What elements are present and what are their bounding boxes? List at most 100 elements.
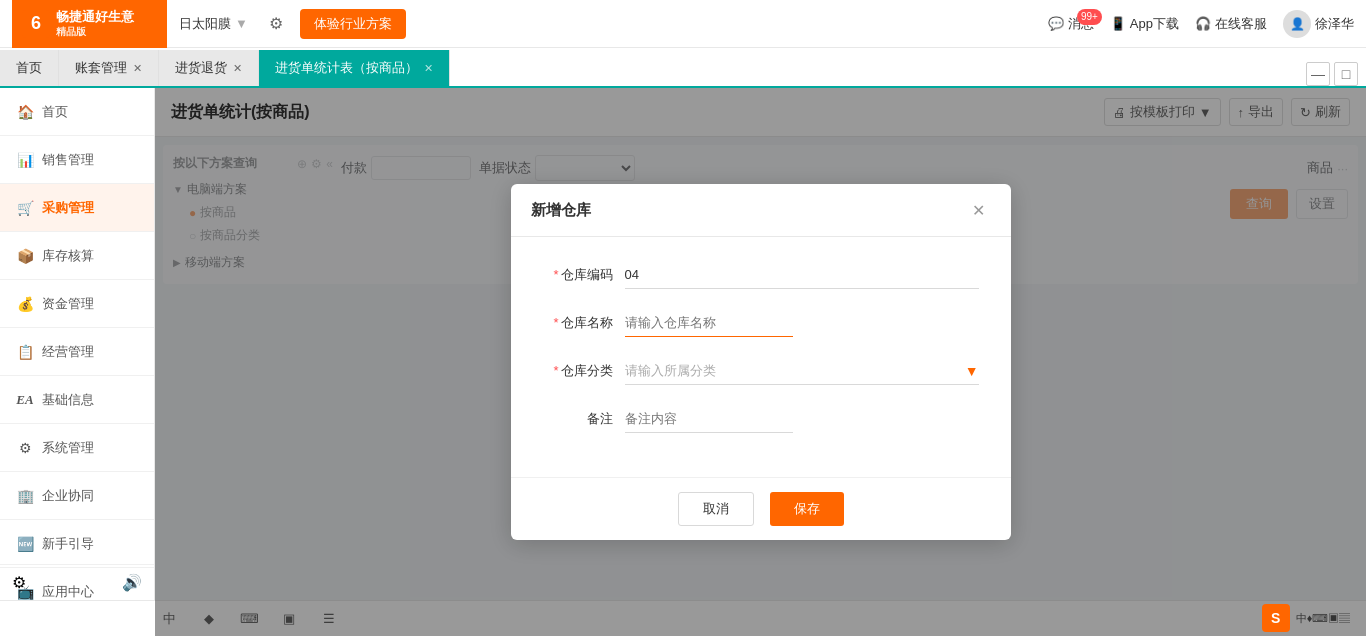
tab-purchase-stats-close-icon[interactable]: ✕ bbox=[424, 62, 433, 75]
sidebar-bottom: ⚙ 🔊 bbox=[0, 564, 154, 600]
tab-minimize-btn[interactable]: — bbox=[1306, 62, 1330, 86]
code-input[interactable] bbox=[625, 261, 793, 289]
trial-button[interactable]: 体验行业方案 bbox=[300, 9, 406, 39]
sidebar-item-inventory-label: 库存核算 bbox=[42, 247, 94, 265]
logo-main: 畅捷通好生意 bbox=[56, 9, 134, 26]
user-btn[interactable]: 👤 徐泽华 bbox=[1283, 10, 1354, 38]
sidebar-sound-icon[interactable]: 🔊 bbox=[122, 573, 142, 592]
modal-header: 新增仓库 ✕ bbox=[511, 184, 1011, 237]
guide-icon: 🆕 bbox=[16, 535, 34, 553]
gear-button[interactable]: ⚙ bbox=[260, 8, 292, 40]
app-download-label: App下载 bbox=[1130, 15, 1179, 33]
message-icon: 💬 bbox=[1048, 16, 1064, 31]
remark-label: 备注 bbox=[543, 410, 613, 428]
sidebar-item-finance[interactable]: 💰 资金管理 bbox=[0, 280, 154, 328]
s-logo-area: S 中♦⌨▣▤ bbox=[1246, 600, 1366, 636]
home-icon: 🏠 bbox=[16, 103, 34, 121]
store-name: 日太阳膜 bbox=[179, 15, 231, 33]
online-service-btn[interactable]: 🎧 在线客服 bbox=[1195, 15, 1267, 33]
sidebar-item-base[interactable]: EA 基础信息 bbox=[0, 376, 154, 424]
tab-account-label: 账套管理 bbox=[75, 59, 127, 77]
sales-icon: 📊 bbox=[16, 151, 34, 169]
cancel-button[interactable]: 取消 bbox=[678, 492, 754, 526]
tab-account[interactable]: 账套管理 ✕ bbox=[59, 50, 159, 86]
sidebar-settings-icon[interactable]: ⚙ bbox=[12, 573, 26, 592]
tab-purchase-return-label: 进货退货 bbox=[175, 59, 227, 77]
add-warehouse-modal: 新增仓库 ✕ 仓库编码 仓库名称 bbox=[511, 184, 1011, 540]
base-icon: EA bbox=[16, 391, 34, 409]
tab-maximize-btn[interactable]: □ bbox=[1334, 62, 1358, 86]
tab-purchase-return-close-icon[interactable]: ✕ bbox=[233, 62, 242, 75]
logo-icon: 6 bbox=[22, 10, 50, 38]
tab-home-label: 首页 bbox=[16, 59, 42, 77]
sidebar-item-home-label: 首页 bbox=[42, 103, 68, 121]
logo-text: 畅捷通好生意 精品版 bbox=[56, 9, 134, 39]
save-button[interactable]: 保存 bbox=[770, 492, 844, 526]
form-row-code: 仓库编码 bbox=[543, 261, 979, 289]
sidebar-item-sales[interactable]: 📊 销售管理 bbox=[0, 136, 154, 184]
online-service-label: 在线客服 bbox=[1215, 15, 1267, 33]
avatar: 👤 bbox=[1283, 10, 1311, 38]
modal-overlay: 新增仓库 ✕ 仓库编码 仓库名称 bbox=[155, 88, 1366, 636]
code-input-box bbox=[625, 261, 979, 289]
header-right: 💬 消息 99+ 📱 App下载 🎧 在线客服 👤 徐泽华 bbox=[1048, 10, 1354, 38]
tab-bar: 首页 账套管理 ✕ 进货退货 ✕ 进货单统计表（按商品） ✕ — □ bbox=[0, 48, 1366, 88]
name-label: 仓库名称 bbox=[543, 314, 613, 332]
sidebar-item-purchase-label: 采购管理 bbox=[42, 199, 94, 217]
ops-icon: 📋 bbox=[16, 343, 34, 361]
form-row-name: 仓库名称 bbox=[543, 309, 979, 337]
tab-home[interactable]: 首页 bbox=[0, 50, 59, 86]
sidebar-item-system[interactable]: ⚙ 系统管理 bbox=[0, 424, 154, 472]
store-selector[interactable]: 日太阳膜 ▼ bbox=[167, 0, 260, 48]
store-chevron-icon: ▼ bbox=[235, 16, 248, 31]
name-input[interactable] bbox=[625, 309, 793, 337]
sidebar-item-system-label: 系统管理 bbox=[42, 439, 94, 457]
s-logo-btn[interactable]: S bbox=[1262, 604, 1290, 632]
sidebar-item-ops[interactable]: 📋 经营管理 bbox=[0, 328, 154, 376]
app-download-btn[interactable]: 📱 App下载 bbox=[1110, 15, 1179, 33]
system-icon: ⚙ bbox=[16, 439, 34, 457]
message-badge: 99+ bbox=[1077, 9, 1102, 25]
mobile-icon: 📱 bbox=[1110, 16, 1126, 31]
form-row-remark: 备注 bbox=[543, 405, 979, 433]
headphone-icon: 🎧 bbox=[1195, 16, 1211, 31]
category-select[interactable]: 请输入所属分类 bbox=[625, 357, 965, 384]
modal-title: 新增仓库 bbox=[531, 201, 591, 220]
tab-bar-actions: — □ bbox=[1298, 62, 1366, 86]
main-layout: 🏠 首页 📊 销售管理 🛒 采购管理 📦 库存核算 💰 资金管理 📋 经营管理 … bbox=[0, 88, 1366, 636]
code-label: 仓库编码 bbox=[543, 266, 613, 284]
content-area: 进货单统计(按商品) 🖨 按模板打印 ▼ ↑ 导出 ↻ 刷新 bbox=[155, 88, 1366, 636]
sidebar-item-purchase[interactable]: 🛒 采购管理 bbox=[0, 184, 154, 232]
finance-icon: 💰 bbox=[16, 295, 34, 313]
modal-close-btn[interactable]: ✕ bbox=[967, 198, 991, 222]
message-btn[interactable]: 💬 消息 99+ bbox=[1048, 15, 1094, 33]
sidebar-item-guide[interactable]: 🆕 新手引导 bbox=[0, 520, 154, 568]
logo-area: 6 畅捷通好生意 精品版 bbox=[12, 0, 167, 48]
modal-footer: 取消 保存 bbox=[511, 477, 1011, 540]
category-select-wrap: 请输入所属分类 ▼ bbox=[625, 357, 979, 385]
tab-purchase-stats[interactable]: 进货单统计表（按商品） ✕ bbox=[259, 50, 450, 86]
category-label: 仓库分类 bbox=[543, 362, 613, 380]
sidebar-item-inventory[interactable]: 📦 库存核算 bbox=[0, 232, 154, 280]
sidebar-item-home[interactable]: 🏠 首页 bbox=[0, 88, 154, 136]
remark-input[interactable] bbox=[625, 405, 793, 433]
sidebar-item-finance-label: 资金管理 bbox=[42, 295, 94, 313]
category-chevron-icon: ▼ bbox=[965, 363, 979, 379]
user-name: 徐泽华 bbox=[1315, 15, 1354, 33]
purchase-icon: 🛒 bbox=[16, 199, 34, 217]
inventory-icon: 📦 bbox=[16, 247, 34, 265]
remark-input-box bbox=[625, 405, 979, 433]
top-header: 6 畅捷通好生意 精品版 日太阳膜 ▼ ⚙ 体验行业方案 💬 消息 99+ 📱 … bbox=[0, 0, 1366, 48]
s-logo-label: 中♦⌨▣▤ bbox=[1296, 611, 1351, 626]
sidebar-item-guide-label: 新手引导 bbox=[42, 535, 94, 553]
form-row-category: 仓库分类 请输入所属分类 ▼ bbox=[543, 357, 979, 385]
sidebar-item-base-label: 基础信息 bbox=[42, 391, 94, 409]
tab-purchase-return[interactable]: 进货退货 ✕ bbox=[159, 50, 259, 86]
modal-body: 仓库编码 仓库名称 仓库分 bbox=[511, 237, 1011, 477]
sidebar-item-sales-label: 销售管理 bbox=[42, 151, 94, 169]
sidebar-item-enterprise-label: 企业协同 bbox=[42, 487, 94, 505]
sidebar-item-enterprise[interactable]: 🏢 企业协同 bbox=[0, 472, 154, 520]
enterprise-icon: 🏢 bbox=[16, 487, 34, 505]
tab-purchase-stats-label: 进货单统计表（按商品） bbox=[275, 59, 418, 77]
tab-account-close-icon[interactable]: ✕ bbox=[133, 62, 142, 75]
